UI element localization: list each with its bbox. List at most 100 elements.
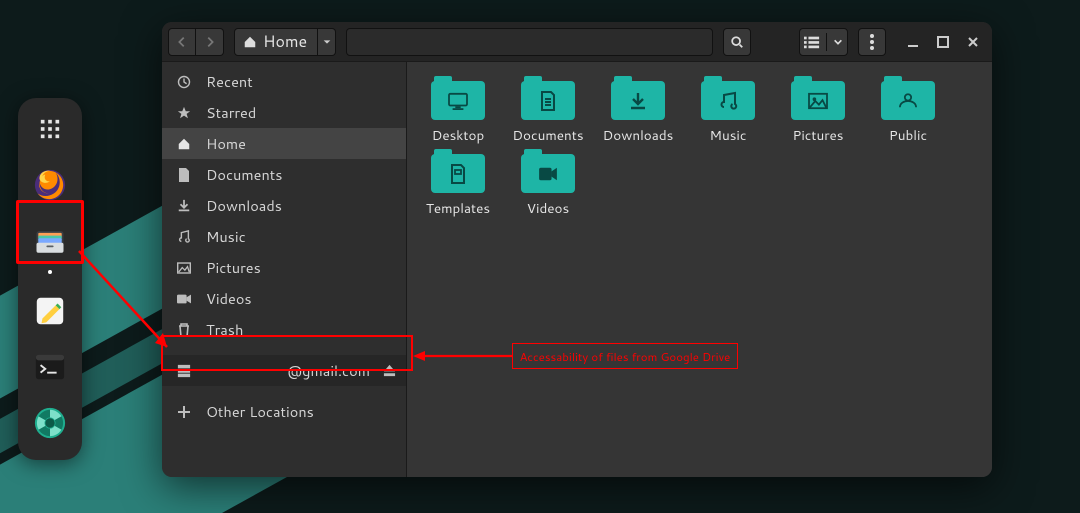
document-icon xyxy=(176,167,192,183)
maximize-button[interactable] xyxy=(930,29,956,55)
folder-item[interactable]: Videos xyxy=(507,149,589,218)
sidebar-item-other-locations[interactable]: Other Locations xyxy=(162,396,406,427)
screenshot-icon xyxy=(33,406,67,440)
maximize-icon xyxy=(937,36,949,48)
sidebar-item-label: Other Locations xyxy=(206,401,314,422)
sidebar-item-label: Starred xyxy=(206,102,256,123)
caret-down-icon xyxy=(322,37,332,47)
folder-item[interactable]: Documents xyxy=(507,76,589,145)
path-label: Home xyxy=(263,30,307,53)
clock-icon xyxy=(176,74,192,90)
folder-item[interactable]: Music xyxy=(687,76,769,145)
dock-indicator xyxy=(48,270,52,274)
apps-grid-icon xyxy=(39,118,61,140)
dock xyxy=(18,98,82,460)
download-icon xyxy=(176,198,192,214)
star-icon xyxy=(176,105,192,121)
folder-icon xyxy=(611,76,665,120)
arrow-left-icon xyxy=(175,35,189,49)
sidebar-item-recent[interactable]: Recent xyxy=(162,66,406,97)
kebab-icon xyxy=(870,34,874,50)
eject-button[interactable] xyxy=(383,364,396,377)
sidebar-item-downloads[interactable]: Downloads xyxy=(162,190,406,221)
folder-item[interactable]: Downloads xyxy=(597,76,679,145)
location-entry[interactable] xyxy=(346,28,713,56)
list-view-icon xyxy=(804,35,820,49)
search-icon xyxy=(730,35,744,49)
sidebar-item-label: Music xyxy=(206,226,246,247)
folder-icon xyxy=(521,149,575,193)
sidebar-item-trash[interactable]: Trash xyxy=(162,314,406,345)
sidebar: Recent Starred Home Documents Downloads … xyxy=(162,62,407,477)
folder-icon xyxy=(881,76,935,120)
path-menu-button[interactable] xyxy=(318,28,336,56)
folder-label: Desktop xyxy=(432,126,484,145)
folder-icon xyxy=(791,76,845,120)
sidebar-item-label: Home xyxy=(206,133,246,154)
close-icon xyxy=(967,36,979,48)
terminal-icon xyxy=(33,350,67,384)
sidebar-item-label: @gmail.com xyxy=(206,360,392,381)
sidebar-item-label: Trash xyxy=(206,319,243,340)
folder-label: Public xyxy=(889,126,927,145)
folder-icon xyxy=(701,76,755,120)
arrow-right-icon xyxy=(203,35,217,49)
titlebar: Home xyxy=(162,22,992,62)
folder-item[interactable]: Desktop xyxy=(417,76,499,145)
search-button[interactable] xyxy=(723,28,751,56)
files-icon xyxy=(32,223,68,259)
dock-item-apps[interactable] xyxy=(31,110,69,148)
sidebar-item-home[interactable]: Home xyxy=(162,128,406,159)
sidebar-item-videos[interactable]: Videos xyxy=(162,283,406,314)
path-bar[interactable]: Home xyxy=(234,28,318,56)
firefox-icon xyxy=(33,168,67,202)
trash-icon xyxy=(176,322,192,338)
dock-item-firefox[interactable] xyxy=(31,166,69,204)
image-icon xyxy=(176,260,192,276)
dock-item-screenshot[interactable] xyxy=(31,404,69,442)
folder-item[interactable]: Pictures xyxy=(777,76,859,145)
video-icon xyxy=(176,291,192,307)
folder-icon xyxy=(431,149,485,193)
sidebar-item-documents[interactable]: Documents xyxy=(162,159,406,190)
folder-label: Documents xyxy=(512,126,583,145)
home-icon xyxy=(176,136,192,152)
dock-item-editor[interactable] xyxy=(31,292,69,330)
folder-icon xyxy=(521,76,575,120)
minimize-icon xyxy=(907,36,919,48)
forward-button[interactable] xyxy=(196,28,224,56)
dock-item-files[interactable] xyxy=(31,222,69,260)
files-window: Home xyxy=(162,22,992,477)
hamburger-button[interactable] xyxy=(858,28,886,56)
sidebar-item-label: Downloads xyxy=(206,195,282,216)
folder-label: Downloads xyxy=(603,126,674,145)
folder-label: Pictures xyxy=(793,126,844,145)
view-switcher[interactable] xyxy=(799,28,848,56)
folder-label: Templates xyxy=(426,199,490,218)
minimize-button[interactable] xyxy=(900,29,926,55)
sidebar-item-gdrive-mount[interactable]: @gmail.com xyxy=(162,355,406,386)
sidebar-item-label: Pictures xyxy=(206,257,261,278)
close-button[interactable] xyxy=(960,29,986,55)
sidebar-item-label: Videos xyxy=(206,288,252,309)
folder-icon xyxy=(431,76,485,120)
chevron-down-icon xyxy=(833,37,843,47)
folder-label: Music xyxy=(710,126,747,145)
folder-label: Videos xyxy=(527,199,569,218)
plus-icon xyxy=(176,404,192,420)
home-icon xyxy=(243,35,257,49)
folder-item[interactable]: Public xyxy=(867,76,949,145)
eject-icon xyxy=(383,364,396,377)
sidebar-item-label: Recent xyxy=(206,71,253,92)
music-icon xyxy=(176,229,192,245)
sidebar-item-pictures[interactable]: Pictures xyxy=(162,252,406,283)
sidebar-item-music[interactable]: Music xyxy=(162,221,406,252)
sidebar-item-starred[interactable]: Starred xyxy=(162,97,406,128)
server-icon xyxy=(176,363,192,379)
back-button[interactable] xyxy=(168,28,196,56)
text-editor-icon xyxy=(33,294,67,328)
folder-item[interactable]: Templates xyxy=(417,149,499,218)
sidebar-item-label: Documents xyxy=(206,164,282,185)
dock-item-terminal[interactable] xyxy=(31,348,69,386)
content-area[interactable]: Desktop Documents Downloads Music Pictures Pu… xyxy=(407,62,992,477)
